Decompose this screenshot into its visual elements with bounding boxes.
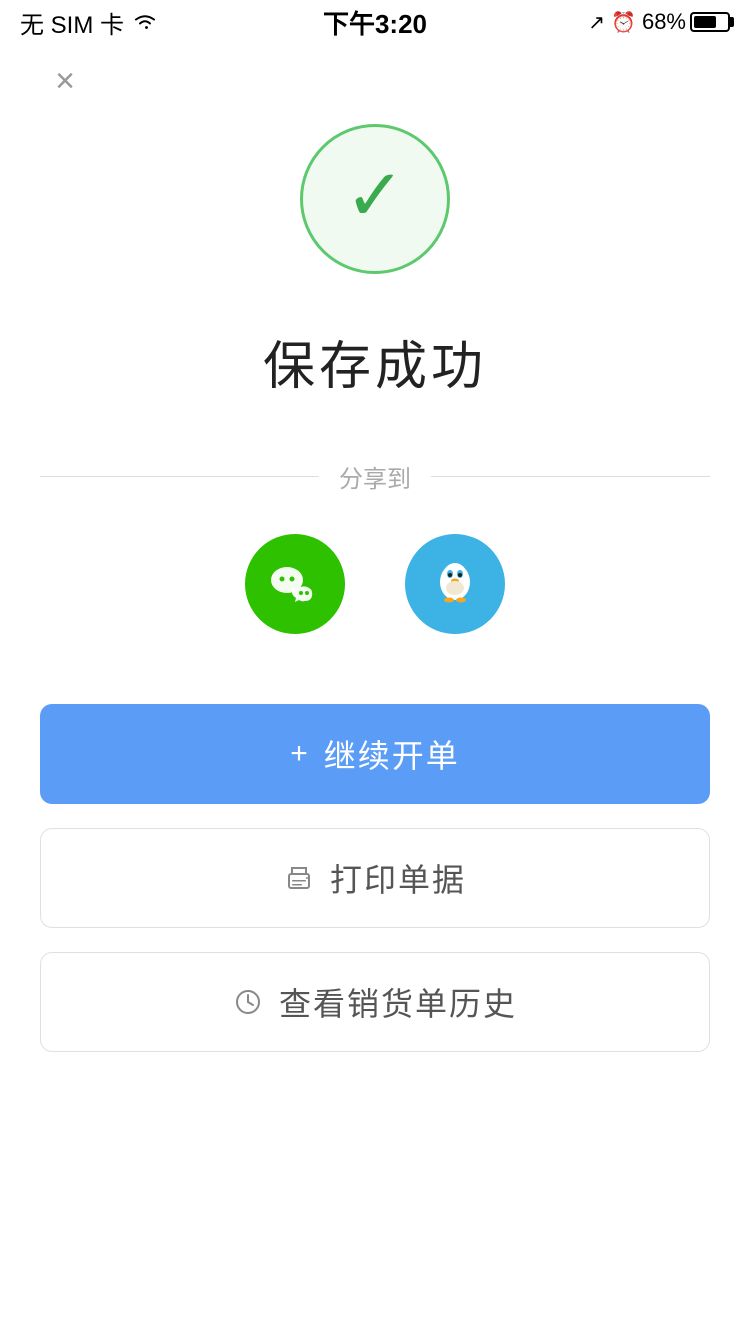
status-time: 下午3:20: [323, 4, 427, 41]
share-section: 分享到: [0, 459, 750, 634]
battery-text: 68%: [642, 9, 686, 35]
actions-section: + 继续开单 打印单据 查看销货单历史: [0, 704, 750, 1052]
view-history-button[interactable]: 查看销货单历史: [40, 952, 710, 1052]
share-icons-row: [40, 534, 710, 634]
battery-fill: [694, 16, 716, 28]
share-label: 分享到: [339, 459, 411, 494]
status-bar: 无 SIM 卡 下午3:20 ↗ ⏰ 68%: [0, 0, 750, 44]
share-divider: 分享到: [40, 459, 710, 494]
continue-order-button[interactable]: + 继续开单: [40, 704, 710, 804]
view-history-label: 查看销货单历史: [279, 979, 517, 1025]
wechat-share-button[interactable]: [245, 534, 345, 634]
divider-left: [40, 476, 319, 477]
qq-share-button[interactable]: [405, 534, 505, 634]
alarm-icon: ⏰: [611, 10, 636, 35]
success-circle: ✓: [300, 124, 450, 274]
qq-icon: [425, 554, 485, 614]
continue-order-label: 继续开单: [324, 731, 460, 777]
battery-shape: [690, 12, 730, 32]
close-button[interactable]: ×: [40, 56, 90, 106]
close-icon: ×: [55, 64, 75, 98]
wechat-icon: [265, 554, 325, 614]
wifi-icon: [132, 12, 158, 32]
status-right: ↗ ⏰ 68%: [588, 9, 730, 35]
status-carrier: 无 SIM 卡: [20, 5, 158, 40]
plus-icon: +: [290, 737, 308, 771]
clock-icon: [233, 987, 263, 1017]
divider-right: [431, 476, 710, 477]
location-icon: ↗: [588, 10, 605, 35]
checkmark-icon: ✓: [345, 160, 405, 232]
printer-icon: [284, 863, 314, 893]
carrier-text: 无 SIM 卡: [20, 5, 124, 40]
battery-indicator: 68%: [642, 9, 730, 35]
success-area: ✓ 保存成功: [0, 124, 750, 399]
print-receipt-button[interactable]: 打印单据: [40, 828, 710, 928]
success-title: 保存成功: [263, 324, 487, 399]
print-receipt-label: 打印单据: [330, 855, 466, 901]
